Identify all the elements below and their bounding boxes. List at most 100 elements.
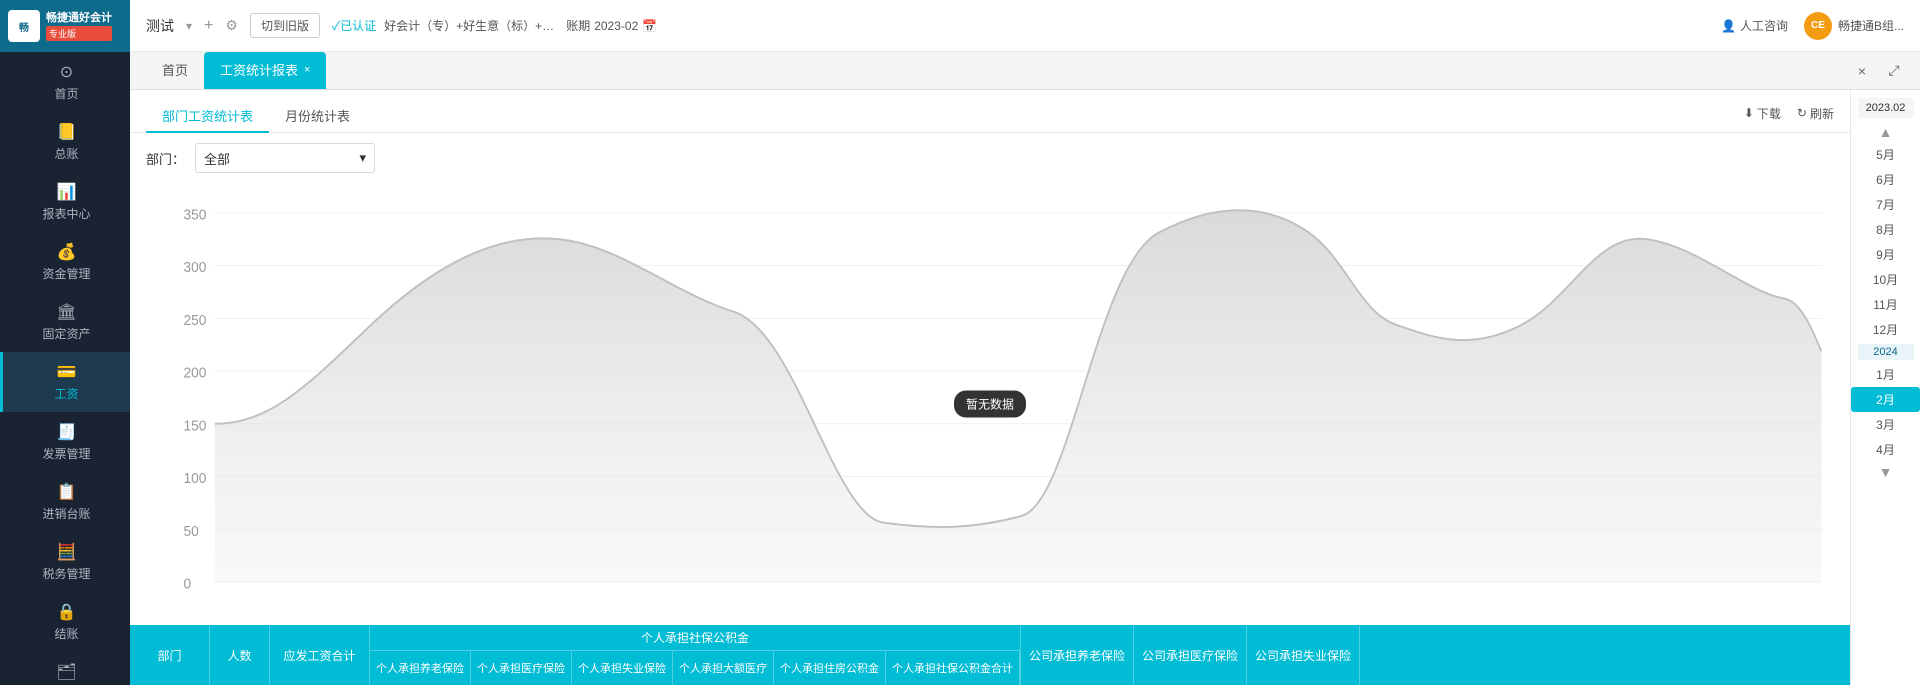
sidebar-item-tax[interactable]: 🧮 税务管理 [0, 532, 130, 592]
sidebar-item-home[interactable]: ⊙ 首页 [0, 52, 130, 112]
sidebar-item-close[interactable]: 🔒 结账 [0, 592, 130, 652]
sidebar-item-salary[interactable]: 💳 工资 [0, 352, 130, 412]
sidebar-item-funds[interactable]: 💰资金管理 [0, 232, 130, 292]
sidebar-logo: 畅 畅捷通好会计 专业版 [0, 0, 130, 52]
status-area: ✓已认证 好会计（专）+好生意（标）+… [332, 17, 554, 34]
date-month-11[interactable]: 11月 [1851, 292, 1920, 317]
period-value: 2023-02 [594, 19, 638, 33]
add-button[interactable]: + [204, 17, 213, 35]
refresh-button[interactable]: ↻ 刷新 [1797, 105, 1834, 122]
assets-icon: 🏛 [56, 302, 76, 322]
filter-bar: 部门： 全部 ▾ [130, 133, 1850, 183]
date-month-10[interactable]: 10月 [1851, 267, 1920, 292]
year-badge-2024: 2024 [1858, 344, 1914, 360]
sidebar-item-invoice[interactable]: 🧾 发票管理 [0, 412, 130, 472]
date-next-button[interactable]: ▼ [1851, 462, 1920, 482]
close-icon: 🔒 [57, 602, 77, 622]
department-select[interactable]: 全部 ▾ [195, 143, 375, 173]
expand-panel-button[interactable]: ⤢ [1884, 61, 1904, 81]
tabbar-actions: × ⤢ [1852, 61, 1904, 81]
user-area: CE 畅捷通B组... [1804, 12, 1904, 40]
sidebar-item-label-ledger: 总账 [54, 145, 78, 162]
th-dept: 部门 [130, 625, 210, 685]
home-icon: ⊙ [60, 62, 73, 82]
date-display: 2023.02 [1858, 98, 1914, 118]
calendar-icon[interactable]: 📅 [642, 19, 657, 33]
tax-icon: 🧮 [57, 542, 77, 562]
support-icon: 👤 [1721, 19, 1736, 33]
support-button[interactable]: 👤 人工咨询 [1721, 17, 1788, 34]
th-personal-housing-fund: 个人承担住房公积金 [774, 651, 886, 685]
subtab-dept[interactable]: 部门工资统计表 [146, 100, 269, 133]
sidebar-item-reports[interactable]: 📊报表中心 [0, 172, 130, 232]
chart-container: 350 300 250 200 150 100 50 0 [130, 183, 1850, 625]
th-personal-group-cells: 个人承担养老保险 个人承担医疗保险 个人承担失业保险 个人承担大额医疗 个人承担… [370, 651, 1020, 685]
th-company-unemployment: 公司承担失业保险 [1247, 625, 1360, 685]
subtab-monthly[interactable]: 月份统计表 [269, 100, 366, 133]
th-company-medical: 公司承担医疗保险 [1134, 625, 1247, 685]
filter-label: 部门： [146, 149, 185, 168]
switch-version-button[interactable]: 切到旧版 [250, 13, 320, 38]
user-name: 畅捷通B组... [1838, 17, 1904, 34]
th-company-pension: 公司承担养老保险 [1021, 625, 1134, 685]
sidebar-item-label-tax: 税务管理 [42, 565, 90, 582]
th-total-salary: 应发工资合计 [270, 625, 370, 685]
svg-text:100: 100 [184, 470, 207, 486]
chart-tooltip: 暂无数据 [954, 391, 1026, 418]
svg-text:200: 200 [184, 364, 207, 380]
date-month-2024-3[interactable]: 3月 [1851, 412, 1920, 437]
sidebar-item-label-assets: 固定资产 [42, 325, 90, 342]
sidebar-item-assets[interactable]: 🏛 固定资产 [0, 292, 130, 352]
th-personal-group-title: 个人承担社保公积金 [370, 625, 1020, 651]
sales-icon: 📋 [57, 482, 77, 502]
sidebar-item-label-invoice: 发票管理 [42, 445, 90, 462]
settings-icon[interactable]: ⚙ [225, 17, 238, 34]
date-month-2024-1[interactable]: 1月 [1851, 362, 1920, 387]
th-count: 人数 [210, 625, 270, 685]
select-arrow-icon: ▾ [359, 150, 366, 166]
svg-text:350: 350 [184, 206, 207, 222]
sidebar-item-archive[interactable]: 🗂归档管理 [0, 652, 130, 685]
tabbar: 首页 工资统计报表 × × ⤢ [130, 52, 1920, 90]
avatar: CE [1804, 12, 1832, 40]
date-month-5[interactable]: 5月 [1851, 142, 1920, 167]
th-personal-total: 个人承担社保公积金合计 [886, 651, 1020, 685]
date-month-2024-4[interactable]: 4月 [1851, 437, 1920, 462]
sidebar-item-label-close: 结账 [54, 625, 78, 642]
close-panel-button[interactable]: × [1852, 61, 1872, 81]
download-icon: ⬇ [1744, 106, 1754, 120]
date-month-9[interactable]: 9月 [1851, 242, 1920, 267]
tab-salary-report[interactable]: 工资统计报表 × [204, 52, 326, 89]
date-month-8[interactable]: 8月 [1851, 217, 1920, 242]
date-prev-button[interactable]: ▲ [1851, 122, 1920, 142]
period-area: 账期 2023-02 📅 [566, 17, 657, 34]
company-dropdown-icon[interactable]: ▾ [186, 19, 192, 33]
salary-icon: 💳 [57, 362, 77, 382]
th-personal-medical: 个人承担医疗保险 [471, 651, 572, 685]
invoice-icon: 🧾 [57, 422, 77, 442]
main-panel: 部门工资统计表 月份统计表 ⬇ 下载 ↻ 刷新 部门： 全部 [130, 90, 1850, 685]
date-month-6[interactable]: 6月 [1851, 167, 1920, 192]
download-button[interactable]: ⬇ 下载 [1744, 105, 1781, 122]
date-month-2024-2[interactable]: 2月 [1851, 387, 1920, 412]
tab-home[interactable]: 首页 [146, 52, 204, 89]
svg-text:250: 250 [184, 312, 207, 328]
topbar: 测试 ▾ + ⚙ 切到旧版 ✓已认证 好会计（专）+好生意（标）+… 账期 20… [130, 0, 1920, 52]
subtab-bar: 部门工资统计表 月份统计表 ⬇ 下载 ↻ 刷新 [130, 90, 1850, 133]
logo-text: 畅捷通好会计 专业版 [46, 11, 112, 40]
subtab-actions: ⬇ 下载 ↻ 刷新 [1744, 105, 1834, 128]
date-month-12[interactable]: 12月 [1851, 317, 1920, 342]
svg-text:150: 150 [184, 417, 207, 433]
sidebar-nav: ⊙ 首页 📒总账📊报表中心💰资金管理 🏛 固定资产 💳 工资 🧾 发票管理 📋进销台账 🧮 税务管理 🔒… [0, 52, 130, 685]
date-month-7[interactable]: 7月 [1851, 192, 1920, 217]
th-personal-unemployment: 个人承担失业保险 [572, 651, 673, 685]
reports-icon: 📊 [57, 182, 77, 202]
sidebar-item-label-salary: 工资 [54, 385, 78, 402]
topbar-right: 👤 人工咨询 CE 畅捷通B组... [1721, 12, 1904, 40]
sidebar-item-ledger[interactable]: 📒总账 [0, 112, 130, 172]
sidebar-item-label-home: 首页 [54, 85, 78, 102]
product-tags: 好会计（专）+好生意（标）+… [384, 17, 554, 34]
company-name: 测试 [146, 16, 174, 36]
tab-close-icon[interactable]: × [304, 64, 310, 76]
sidebar-item-sales[interactable]: 📋进销台账 [0, 472, 130, 532]
